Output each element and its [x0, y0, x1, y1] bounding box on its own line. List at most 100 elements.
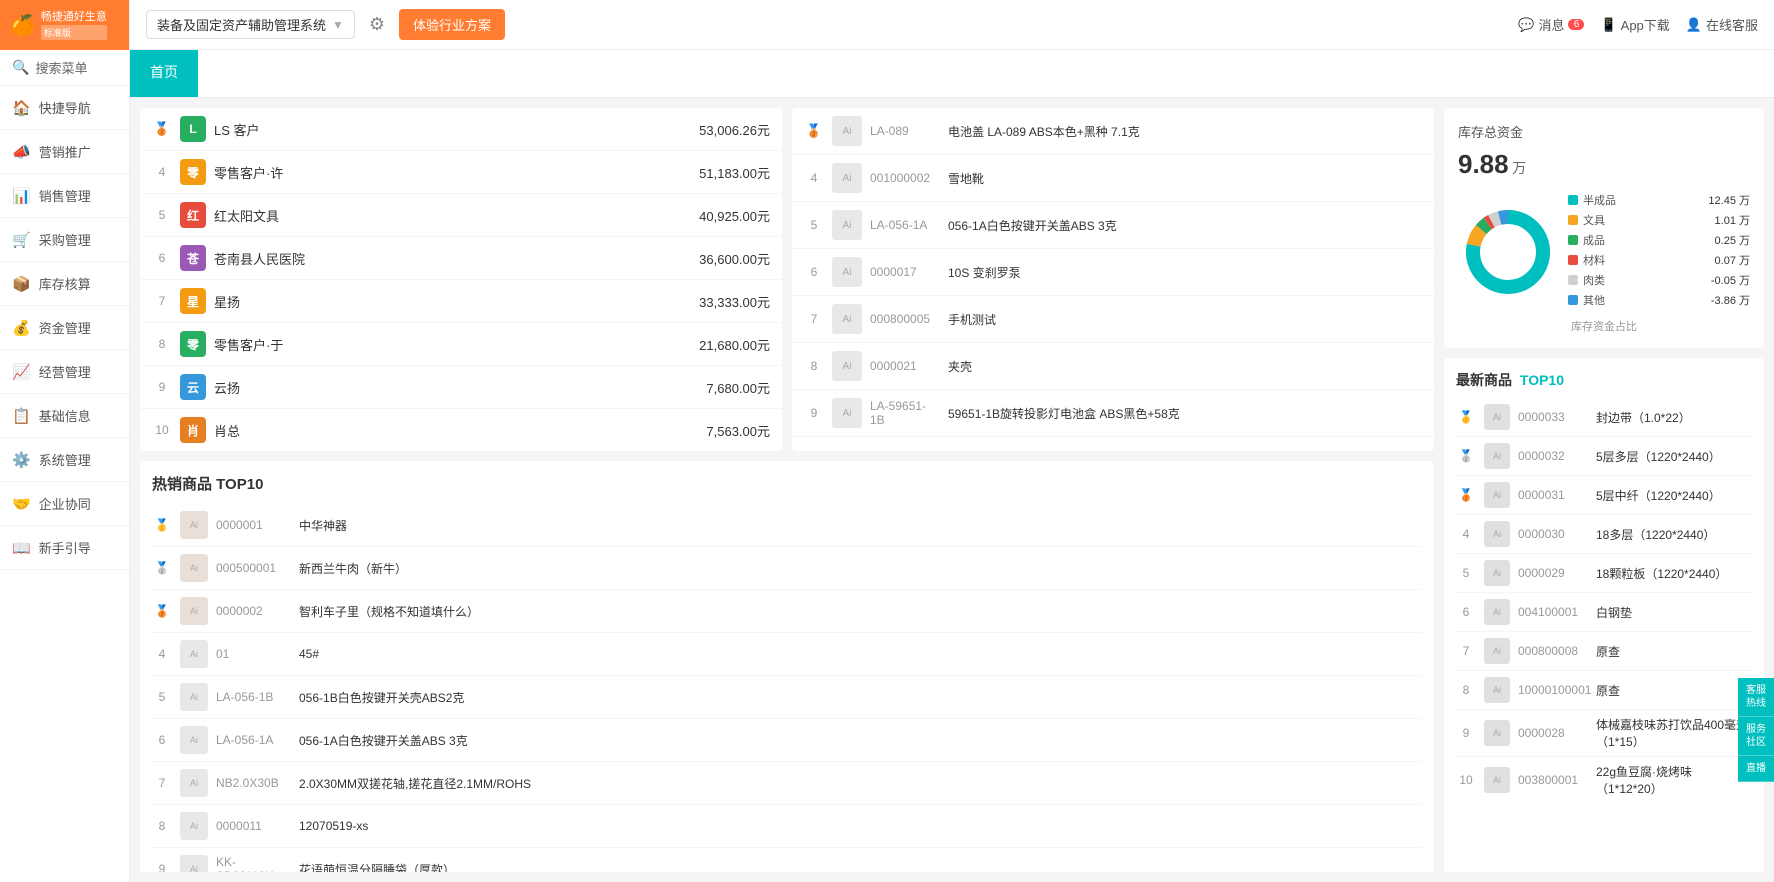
- hot-product-code: LA-056-1A: [216, 733, 291, 747]
- hot-product-name: 新西兰牛肉（新牛）: [299, 560, 1422, 577]
- top-customers-card: 🥉 L LS 客户 53,006.26元 4 零 零售客户·许 51,183.0…: [140, 108, 782, 451]
- hot-product-image: Ai: [180, 554, 208, 582]
- hot-product-name: 中华神器: [299, 517, 1422, 534]
- new-medal-icon: 🥈: [1456, 449, 1476, 463]
- sidebar: 🍊 畅捷通好生意 标准版 🔍 搜索菜单 🏠 快捷导航 📣 营销推广 📊 销售管理…: [0, 0, 130, 882]
- hot-product-code: KK-SD22110H: [216, 855, 291, 872]
- hot-product-row: 4 Ai 01 45#: [152, 633, 1422, 676]
- hot-product-name: 2.0X30MM双搓花轴,搓花直径2.1MM/ROHS: [299, 775, 1422, 792]
- rank-num: 6: [804, 265, 824, 279]
- new-product-code: 0000029: [1518, 566, 1588, 580]
- message-label: 消息: [1538, 15, 1564, 34]
- rank-num: 5: [152, 208, 172, 222]
- sidebar-item-xitongguanli[interactable]: ⚙️ 系统管理: [0, 438, 129, 482]
- online-service-button[interactable]: 👤 在线客服: [1686, 15, 1758, 34]
- float-btn-live[interactable]: 直播: [1738, 756, 1774, 782]
- settings-button[interactable]: ⚙: [365, 10, 389, 39]
- nav-label: 销售管理: [39, 186, 91, 205]
- sidebar-item-kucunhesuan[interactable]: 📦 库存核算: [0, 262, 129, 306]
- nav-label: 库存核算: [39, 274, 91, 293]
- rank-num: 6: [152, 251, 172, 265]
- sidebar-item-jingyingguanli[interactable]: 📈 经营管理: [0, 350, 129, 394]
- tabbar: 首页: [130, 50, 1774, 98]
- legend-item-roulei: 肉类 -0.05 万: [1568, 272, 1750, 288]
- new-product-row: 6 Ai 004100001 白钢垫: [1456, 593, 1752, 632]
- new-product-row: 4 Ai 0000030 18多层（1220*2440）: [1456, 515, 1752, 554]
- customer-name: 零售客户·许: [214, 163, 691, 182]
- search-menu[interactable]: 🔍 搜索菜单: [0, 50, 129, 86]
- hot-medal-icon: 🥈: [152, 561, 172, 575]
- customer-row-10: 10 肖 肖总 7,563.00元: [140, 409, 782, 451]
- hot-product-row: 6 Ai LA-056-1A 056-1A白色按键开关盖ABS 3克: [152, 719, 1422, 762]
- new-rank-num: 6: [1456, 605, 1476, 619]
- sidebar-item-kuaijiedaohang[interactable]: 🏠 快捷导航: [0, 86, 129, 130]
- new-product-row: 10 Ai 003800001 22g鱼豆腐·烧烤味（1*12*20）: [1456, 757, 1752, 803]
- tab-home[interactable]: 首页: [130, 50, 198, 97]
- sidebar-item-xiaoshouguanli[interactable]: 📊 销售管理: [0, 174, 129, 218]
- donut-chart: [1458, 202, 1558, 302]
- customer-row-5: 5 红 红太阳文具 40,925.00元: [140, 194, 782, 237]
- panel-right: 库存总资金 9.88 万: [1444, 108, 1764, 872]
- nav-icon-operation: 📈: [12, 363, 31, 381]
- inventory-title: 库存总资金: [1458, 122, 1750, 141]
- legend-dot: [1568, 195, 1578, 205]
- new-product-image: Ai: [1484, 767, 1510, 793]
- sidebar-item-caigouguanli[interactable]: 🛒 采购管理: [0, 218, 129, 262]
- product-sold-row-9: 9 Ai LA-59651-1B 59651-1B旋转投影灯电池盒 ABS黑色+…: [792, 390, 1434, 437]
- float-btn-community[interactable]: 服务社区: [1738, 717, 1774, 756]
- inventory-total: 9.88 万: [1458, 149, 1750, 180]
- rank-num: 4: [804, 171, 824, 185]
- hot-product-row: 8 Ai 0000011 12070519-xs: [152, 805, 1422, 848]
- rank-num: 7: [152, 294, 172, 308]
- legend-val: 12.45 万: [1708, 192, 1750, 208]
- panel-middle: 🥉 L LS 客户 53,006.26元 4 零 零售客户·许 51,183.0…: [140, 108, 1434, 872]
- legend-label: 其他: [1583, 292, 1706, 308]
- sidebar-item-qiyexietong[interactable]: 🤝 企业协同: [0, 482, 129, 526]
- hot-rank-num: 5: [152, 690, 172, 704]
- donut-svg: [1458, 202, 1558, 302]
- hot-product-name: 智利车子里（规格不知道填什么）: [299, 603, 1422, 620]
- sidebar-item-yingxiaotuiguang[interactable]: 📣 营销推广: [0, 130, 129, 174]
- system-selector[interactable]: 装备及固定资产辅助管理系统 ▼: [146, 10, 355, 39]
- float-btn-service[interactable]: 客服热线: [1738, 678, 1774, 717]
- phone-icon: 📱: [1600, 17, 1616, 33]
- product-image: Ai: [832, 163, 862, 193]
- new-product-image: Ai: [1484, 638, 1510, 664]
- new-medal-icon: 🥇: [1456, 410, 1476, 424]
- hot-rank-num: 9: [152, 862, 172, 872]
- hot-product-row: 5 Ai LA-056-1B 056-1B白色按键开关壳ABS2克: [152, 676, 1422, 719]
- sidebar-item-jichuxxinxi[interactable]: 📋 基础信息: [0, 394, 129, 438]
- nav-icon-guide: 📖: [12, 539, 31, 557]
- message-button[interactable]: 💬 消息 6: [1518, 15, 1584, 34]
- app-download-button[interactable]: 📱 App下载: [1600, 15, 1669, 34]
- nav-icon-marketing: 📣: [12, 143, 31, 161]
- hot-product-code: 01: [216, 647, 291, 661]
- customer-avatar: 肖: [180, 417, 206, 443]
- sidebar-item-zijinguanli[interactable]: 💰 资金管理: [0, 306, 129, 350]
- legend-dot: [1568, 295, 1578, 305]
- top-row: 🥉 L LS 客户 53,006.26元 4 零 零售客户·许 51,183.0…: [140, 108, 1434, 451]
- trial-button[interactable]: 体验行业方案: [399, 9, 505, 40]
- customer-avatar: 云: [180, 374, 206, 400]
- sidebar-item-xinshouyindao[interactable]: 📖 新手引导: [0, 526, 129, 570]
- new-product-row: 🥇 Ai 0000033 封边带（1.0*22）: [1456, 398, 1752, 437]
- legend-label: 成品: [1583, 232, 1710, 248]
- new-product-row: 🥈 Ai 0000032 5层多层（1220*2440）: [1456, 437, 1752, 476]
- new-product-name: 18多层（1220*2440）: [1596, 526, 1752, 543]
- new-product-image: Ai: [1484, 720, 1510, 746]
- chevron-down-icon: ▼: [332, 18, 344, 32]
- product-image: Ai: [832, 257, 862, 287]
- nav-icon-purchase: 🛒: [12, 231, 31, 249]
- rank-num: 4: [152, 165, 172, 179]
- nav-label: 系统管理: [39, 450, 91, 469]
- nav-label: 经营管理: [39, 362, 91, 381]
- product-image: Ai: [832, 351, 862, 381]
- legend-label: 材料: [1583, 252, 1710, 268]
- new-rank-num: 4: [1456, 527, 1476, 541]
- topbar: 装备及固定资产辅助管理系统 ▼ ⚙ 体验行业方案 💬 消息 6 📱 App下载 …: [130, 0, 1774, 50]
- new-rank-num: 7: [1456, 644, 1476, 658]
- nav-icon-home: 🏠: [12, 99, 31, 117]
- nav-label: 采购管理: [39, 230, 91, 249]
- nav-icon-collab: 🤝: [12, 495, 31, 513]
- float-buttons: 客服热线 服务社区 直播: [1738, 678, 1774, 782]
